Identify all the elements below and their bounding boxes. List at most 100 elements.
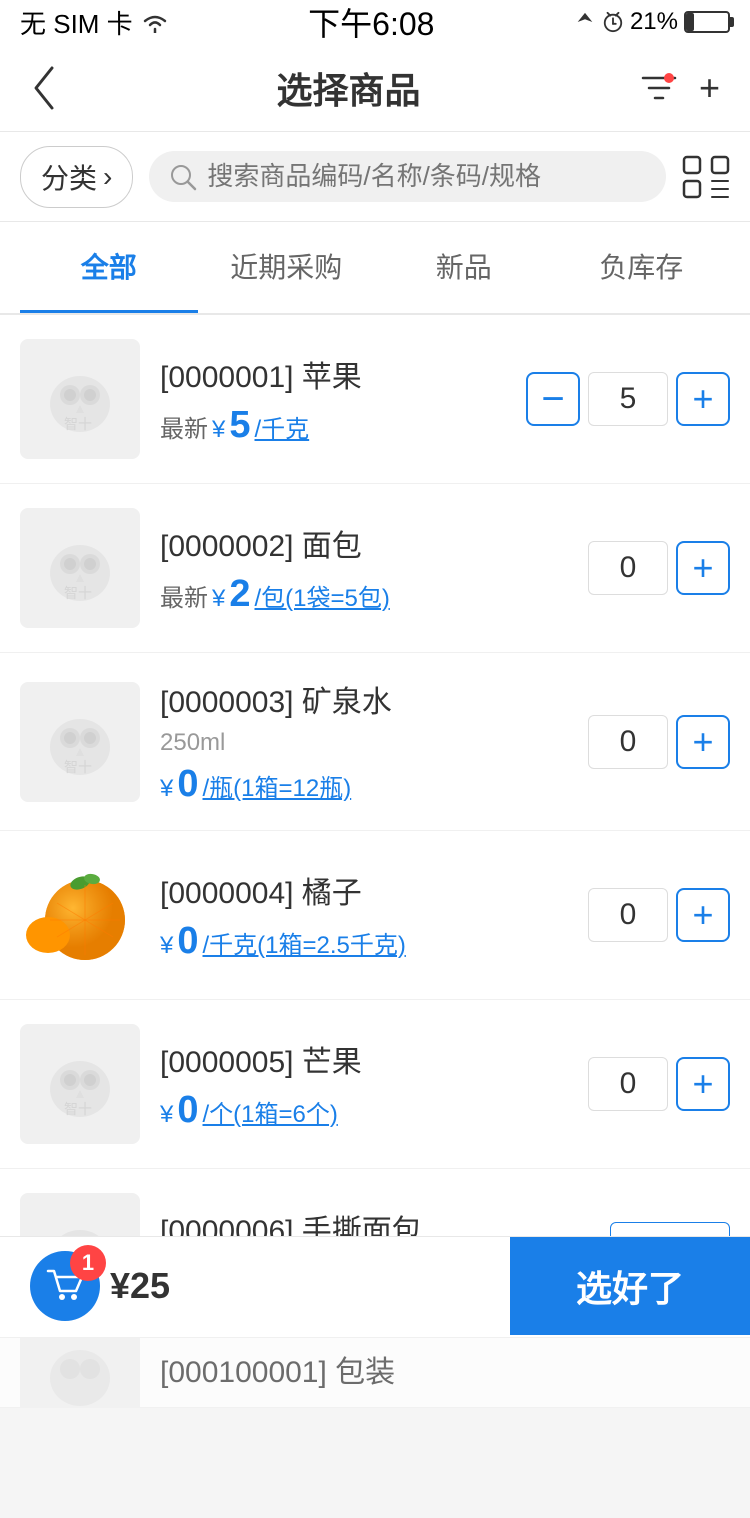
- add-button[interactable]: +: [699, 67, 720, 109]
- scan-icon[interactable]: [682, 155, 730, 199]
- qty-plus-4[interactable]: +: [676, 888, 730, 942]
- tab-recent[interactable]: 近期采购: [198, 222, 376, 313]
- price-label-2: 最新: [160, 578, 208, 613]
- svg-text:智十: 智十: [64, 585, 92, 601]
- cart-area: 1 ¥25: [0, 1251, 510, 1321]
- price-value-2: 2: [229, 573, 250, 616]
- product-item-5: 智十 [0000005] 芒果 ¥ 0 /个(1箱=6个) +: [0, 1000, 750, 1169]
- product-item-2: 智十 [0000002] 面包 最新 ¥ 2 /包(1袋=5包) +: [0, 484, 750, 653]
- product-price-4: ¥ 0 /千克(1箱=2.5千克): [160, 920, 568, 963]
- battery-icon: [684, 11, 730, 33]
- qty-minus-1[interactable]: −: [526, 372, 580, 426]
- product-name-7: [000100001] 包装: [160, 1347, 730, 1391]
- product-image-7: [20, 1338, 140, 1408]
- status-right: 21%: [574, 8, 730, 36]
- confirm-button[interactable]: 选好了: [510, 1237, 750, 1335]
- product-item-7: [000100001] 包装: [0, 1338, 750, 1408]
- qty-plus-5[interactable]: +: [676, 1057, 730, 1111]
- owl-icon: 智十: [40, 528, 120, 608]
- tabs: 全部 近期采购 新品 负库存: [0, 222, 750, 315]
- product-image-1: 智十: [20, 339, 140, 459]
- product-info-2: [0000002] 面包 最新 ¥ 2 /包(1袋=5包): [160, 521, 568, 616]
- price-unit-3: /瓶(1箱=12瓶): [203, 768, 352, 803]
- product-price-2: 最新 ¥ 2 /包(1袋=5包): [160, 573, 568, 616]
- owl-icon: 智十: [40, 359, 120, 439]
- tab-new[interactable]: 新品: [375, 222, 553, 313]
- cart-total: ¥25: [110, 1265, 170, 1307]
- category-chevron: ›: [103, 161, 112, 193]
- product-image-2: 智十: [20, 508, 140, 628]
- price-symbol-5: ¥: [160, 1101, 173, 1129]
- nav-left: [30, 64, 58, 112]
- qty-ctrl-3: +: [588, 715, 730, 769]
- product-item-1: 智十 [0000001] 苹果 最新 ¥ 5 /千克 − +: [0, 315, 750, 484]
- time-display: 下午6:08: [308, 0, 434, 45]
- wifi-icon: [141, 11, 169, 33]
- price-unit-4: /千克(1箱=2.5千克): [203, 925, 406, 960]
- product-name-5: [0000005] 芒果: [160, 1037, 568, 1081]
- qty-input-3[interactable]: [588, 715, 668, 769]
- price-symbol-4: ¥: [160, 932, 173, 960]
- orange-image: [20, 855, 140, 975]
- qty-input-1[interactable]: [588, 372, 668, 426]
- price-value-4: 0: [177, 920, 198, 963]
- price-symbol-1: ¥: [212, 416, 225, 444]
- owl-icon: 智十: [40, 702, 120, 782]
- qty-plus-1[interactable]: +: [676, 372, 730, 426]
- product-price-5: ¥ 0 /个(1箱=6个): [160, 1089, 568, 1132]
- status-bar: 无 SIM 卡 下午6:08 21%: [0, 0, 750, 44]
- qty-ctrl-1: − +: [526, 372, 730, 426]
- sim-status: 无 SIM 卡: [20, 4, 133, 41]
- price-symbol-3: ¥: [160, 775, 173, 803]
- svg-text:智十: 智十: [64, 759, 92, 775]
- owl-icon: [40, 1338, 120, 1408]
- product-name-4: [0000004] 橘子: [160, 868, 568, 912]
- product-info-1: [0000001] 苹果 最新 ¥ 5 /千克: [160, 352, 506, 447]
- product-image-5: 智十: [20, 1024, 140, 1144]
- price-unit-5: /个(1箱=6个): [203, 1094, 338, 1129]
- category-button[interactable]: 分类 ›: [20, 146, 133, 208]
- tab-all[interactable]: 全部: [20, 222, 198, 313]
- category-label: 分类: [41, 157, 97, 197]
- bottom-bar: 1 ¥25 选好了: [0, 1236, 750, 1334]
- status-left: 无 SIM 卡: [20, 4, 169, 41]
- product-item-4: [0000004] 橘子 ¥ 0 /千克(1箱=2.5千克) +: [0, 831, 750, 1000]
- product-info-7: [000100001] 包装: [160, 1347, 730, 1399]
- owl-icon: 智十: [40, 1044, 120, 1124]
- product-price-3: ¥ 0 /瓶(1箱=12瓶): [160, 763, 568, 806]
- search-icon: [169, 163, 197, 191]
- qty-ctrl-4: +: [588, 888, 730, 942]
- qty-input-2[interactable]: [588, 541, 668, 595]
- cart-badge: 1: [70, 1245, 106, 1281]
- qty-plus-3[interactable]: +: [676, 715, 730, 769]
- qty-plus-2[interactable]: +: [676, 541, 730, 595]
- search-input[interactable]: [207, 161, 646, 192]
- page-title: 选择商品: [276, 62, 420, 114]
- product-spec-3: 250ml: [160, 729, 568, 757]
- qty-input-5[interactable]: [588, 1057, 668, 1111]
- price-value-1: 5: [229, 404, 250, 447]
- product-image-3: 智十: [20, 682, 140, 802]
- product-image-4: [20, 855, 140, 975]
- svg-text:智十: 智十: [64, 416, 92, 432]
- qty-ctrl-2: +: [588, 541, 730, 595]
- price-unit-1: /千克: [255, 409, 310, 444]
- filter-bar: 分类 ›: [0, 132, 750, 222]
- product-price-1: 最新 ¥ 5 /千克: [160, 404, 506, 447]
- nav-bar: 选择商品 +: [0, 44, 750, 132]
- product-info-3: [0000003] 矿泉水 250ml ¥ 0 /瓶(1箱=12瓶): [160, 677, 568, 806]
- qty-input-4[interactable]: [588, 888, 668, 942]
- tab-negative[interactable]: 负库存: [553, 222, 731, 313]
- filter-button[interactable]: [639, 70, 679, 106]
- price-symbol-2: ¥: [212, 585, 225, 613]
- price-value-5: 0: [177, 1089, 198, 1132]
- product-info-4: [0000004] 橘子 ¥ 0 /千克(1箱=2.5千克): [160, 868, 568, 963]
- price-value-3: 0: [177, 763, 198, 806]
- location-icon: [574, 11, 596, 33]
- product-item-3: 智十 [0000003] 矿泉水 250ml ¥ 0 /瓶(1箱=12瓶) +: [0, 653, 750, 831]
- back-button[interactable]: [30, 64, 58, 112]
- battery-percent: 21%: [630, 8, 678, 36]
- product-info-5: [0000005] 芒果 ¥ 0 /个(1箱=6个): [160, 1037, 568, 1132]
- product-name-2: [0000002] 面包: [160, 521, 568, 565]
- price-unit-2: /包(1袋=5包): [255, 578, 390, 613]
